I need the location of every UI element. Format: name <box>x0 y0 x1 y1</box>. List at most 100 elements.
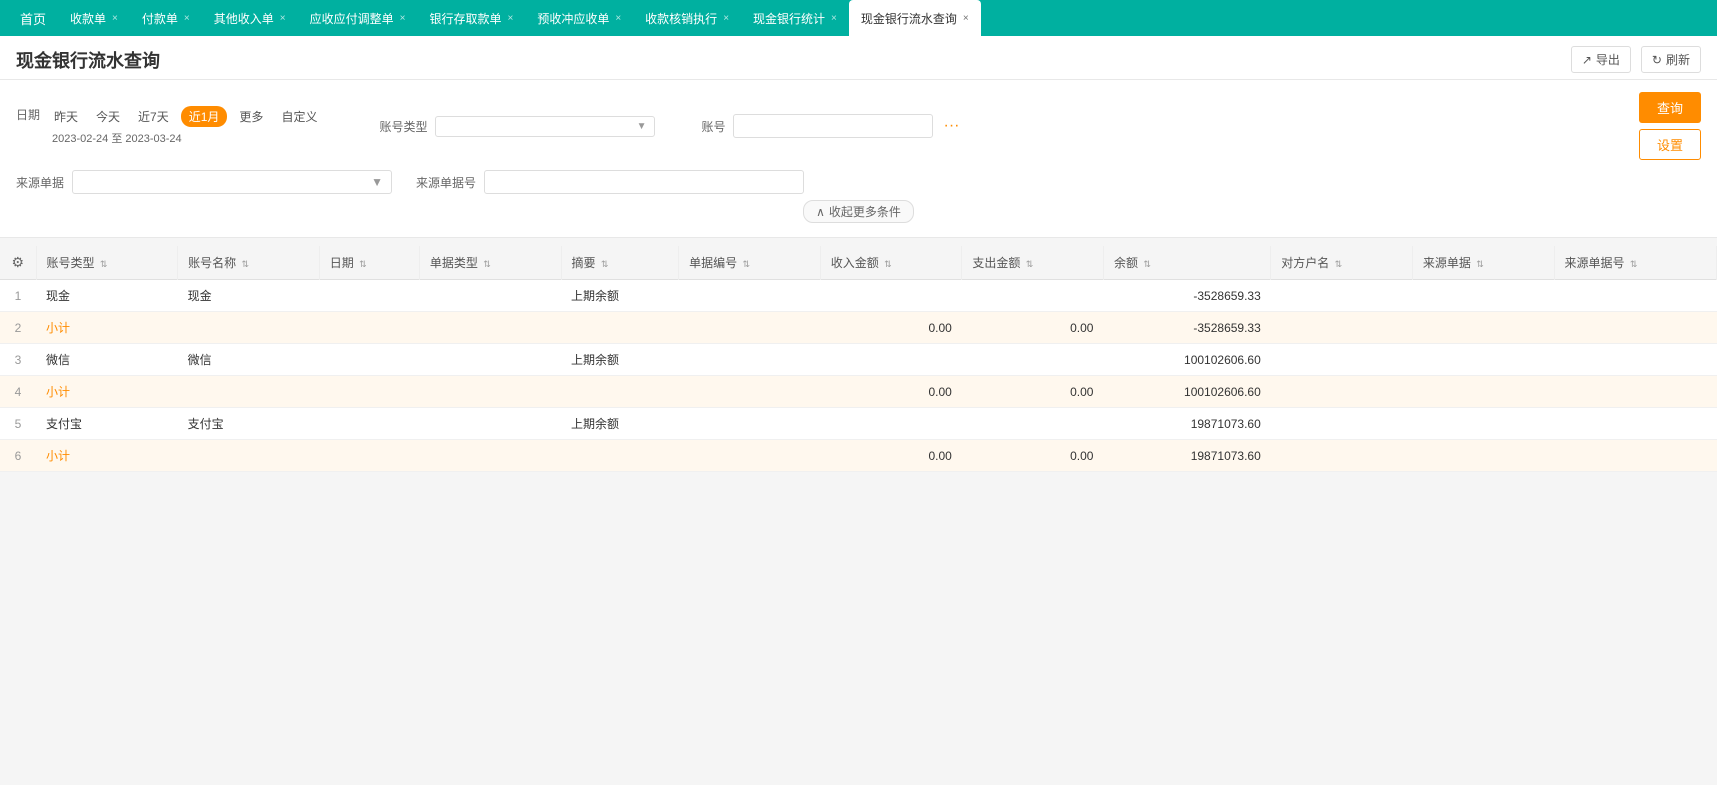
col-summary[interactable]: 摘要 ⇅ <box>561 246 679 280</box>
expense-cell: 0.00 <box>962 312 1104 344</box>
doc-type-cell <box>419 280 561 312</box>
close-icon[interactable]: × <box>723 13 729 24</box>
date-opt-1month[interactable]: 近1月 <box>181 106 228 127</box>
counterparty-cell <box>1271 440 1413 472</box>
expense-cell <box>962 408 1104 440</box>
sort-icon: ⇅ <box>241 259 249 269</box>
row-num-cell: 6 <box>0 440 36 472</box>
sort-icon: ⇅ <box>483 259 491 269</box>
source-doc-cell <box>1412 312 1554 344</box>
balance-cell: -3528659.33 <box>1103 280 1270 312</box>
date-opt-7days[interactable]: 近7天 <box>132 106 175 127</box>
col-expense[interactable]: 支出金额 ⇅ <box>962 246 1104 280</box>
query-button[interactable]: 查询 <box>1639 92 1701 123</box>
source-doc-num-label: 来源单据号 <box>416 174 476 191</box>
counterparty-cell <box>1271 344 1413 376</box>
date-cell <box>319 312 419 344</box>
nav-tab-yinhangcunqu[interactable]: 银行存取款单 × <box>417 0 525 36</box>
nav-tab-yingshouyingfu[interactable]: 应收应付调整单 × <box>298 0 418 36</box>
refresh-icon: ↻ <box>1652 53 1662 67</box>
sort-icon: ⇅ <box>1335 259 1343 269</box>
doc-no-cell <box>679 280 821 312</box>
nav-tab-shoukuanhexiao[interactable]: 收款核销执行 × <box>633 0 741 36</box>
source-doc-no-cell <box>1554 376 1716 408</box>
account-type-cell: 小计 <box>36 376 178 408</box>
account-input[interactable] <box>733 114 933 138</box>
table-container: ⚙ 账号类型 ⇅ 账号名称 ⇅ 日期 ⇅ 单据类型 ⇅ <box>0 246 1717 472</box>
close-icon[interactable]: × <box>112 13 118 24</box>
date-opt-today[interactable]: 今天 <box>90 106 126 127</box>
col-doc-type[interactable]: 单据类型 ⇅ <box>419 246 561 280</box>
nav-tab-liushui[interactable]: 现金银行流水查询 × <box>849 0 981 36</box>
nav-tab-fukuandan[interactable]: 付款单 × <box>130 0 202 36</box>
date-opt-yesterday[interactable]: 昨天 <box>48 106 84 127</box>
table-row: 1现金现金上期余额-3528659.33 <box>0 280 1717 312</box>
doc-type-cell <box>419 312 561 344</box>
summary-cell: 上期余额 <box>561 344 679 376</box>
sort-icon: ⇅ <box>1630 259 1638 269</box>
doc-no-cell <box>679 408 821 440</box>
page-title: 现金银行流水查询 <box>16 47 160 73</box>
col-account-type[interactable]: 账号类型 ⇅ <box>36 246 178 280</box>
close-icon[interactable]: × <box>831 13 837 24</box>
account-name-cell: 现金 <box>178 280 320 312</box>
col-counterparty[interactable]: 对方户名 ⇅ <box>1271 246 1413 280</box>
date-opt-more[interactable]: 更多 <box>233 106 269 127</box>
account-type-cell: 小计 <box>36 440 178 472</box>
export-button[interactable]: ↗ 导出 <box>1571 46 1631 73</box>
account-type-select[interactable]: ▼ <box>435 116 655 137</box>
income-cell: 0.00 <box>820 376 962 408</box>
close-icon[interactable]: × <box>280 13 286 24</box>
nav-home[interactable]: 首页 <box>8 9 58 28</box>
date-opt-custom[interactable]: 自定义 <box>275 106 323 127</box>
collapse-button[interactable]: ∧ 收起更多条件 <box>803 200 914 223</box>
col-gear: ⚙ <box>0 246 36 280</box>
row-num-cell: 5 <box>0 408 36 440</box>
row-num-cell: 4 <box>0 376 36 408</box>
doc-type-cell <box>419 440 561 472</box>
close-icon[interactable]: × <box>507 13 513 24</box>
close-icon[interactable]: × <box>963 13 969 24</box>
summary-cell <box>561 376 679 408</box>
table-row: 5支付宝支付宝上期余额19871073.60 <box>0 408 1717 440</box>
summary-cell: 上期余额 <box>561 280 679 312</box>
income-cell <box>820 408 962 440</box>
chevron-down-icon: ▼ <box>637 121 647 132</box>
row-num-cell: 3 <box>0 344 36 376</box>
source-doc-select[interactable]: ▼ <box>72 170 392 194</box>
balance-cell: 100102606.60 <box>1103 344 1270 376</box>
col-income[interactable]: 收入金额 ⇅ <box>820 246 962 280</box>
nav-tab-shoukuandan[interactable]: 收款单 × <box>58 0 130 36</box>
filter-area: 日期 昨天 今天 近7天 近1月 更多 自定义 2023-02-24 至 202… <box>0 80 1717 238</box>
close-icon[interactable]: × <box>184 13 190 24</box>
source-doc-cell <box>1412 408 1554 440</box>
source-doc-num-input[interactable] <box>484 170 804 194</box>
col-source-doc-no[interactable]: 来源单据号 ⇅ <box>1554 246 1716 280</box>
col-doc-no[interactable]: 单据编号 ⇅ <box>679 246 821 280</box>
close-icon[interactable]: × <box>400 13 406 24</box>
balance-cell: 19871073.60 <box>1103 440 1270 472</box>
nav-tab-yushou[interactable]: 预收冲应收单 × <box>525 0 633 36</box>
col-balance[interactable]: 余额 ⇅ <box>1103 246 1270 280</box>
refresh-button[interactable]: ↻ 刷新 <box>1641 46 1701 73</box>
col-source-doc[interactable]: 来源单据 ⇅ <box>1412 246 1554 280</box>
source-doc-cell <box>1412 440 1554 472</box>
account-type-cell: 小计 <box>36 312 178 344</box>
chevron-up-icon: ∧ <box>816 205 825 219</box>
table-row: 2小计0.000.00-3528659.33 <box>0 312 1717 344</box>
doc-no-cell <box>679 344 821 376</box>
gear-icon[interactable]: ⚙ <box>11 254 24 271</box>
export-icon: ↗ <box>1582 53 1592 67</box>
settings-button[interactable]: 设置 <box>1639 129 1701 160</box>
source-doc-field: 来源单据 ▼ <box>16 170 392 194</box>
col-date[interactable]: 日期 ⇅ <box>319 246 419 280</box>
balance-cell: 19871073.60 <box>1103 408 1270 440</box>
account-type-cell: 现金 <box>36 280 178 312</box>
nav-tab-qitashouru[interactable]: 其他收入单 × <box>202 0 298 36</box>
income-cell <box>820 344 962 376</box>
nav-tab-xianjinyinhang[interactable]: 现金银行统计 × <box>741 0 849 36</box>
close-icon[interactable]: × <box>615 13 621 24</box>
dots-icon[interactable]: ··· <box>943 117 959 135</box>
col-account-name[interactable]: 账号名称 ⇅ <box>178 246 320 280</box>
account-name-cell <box>178 312 320 344</box>
